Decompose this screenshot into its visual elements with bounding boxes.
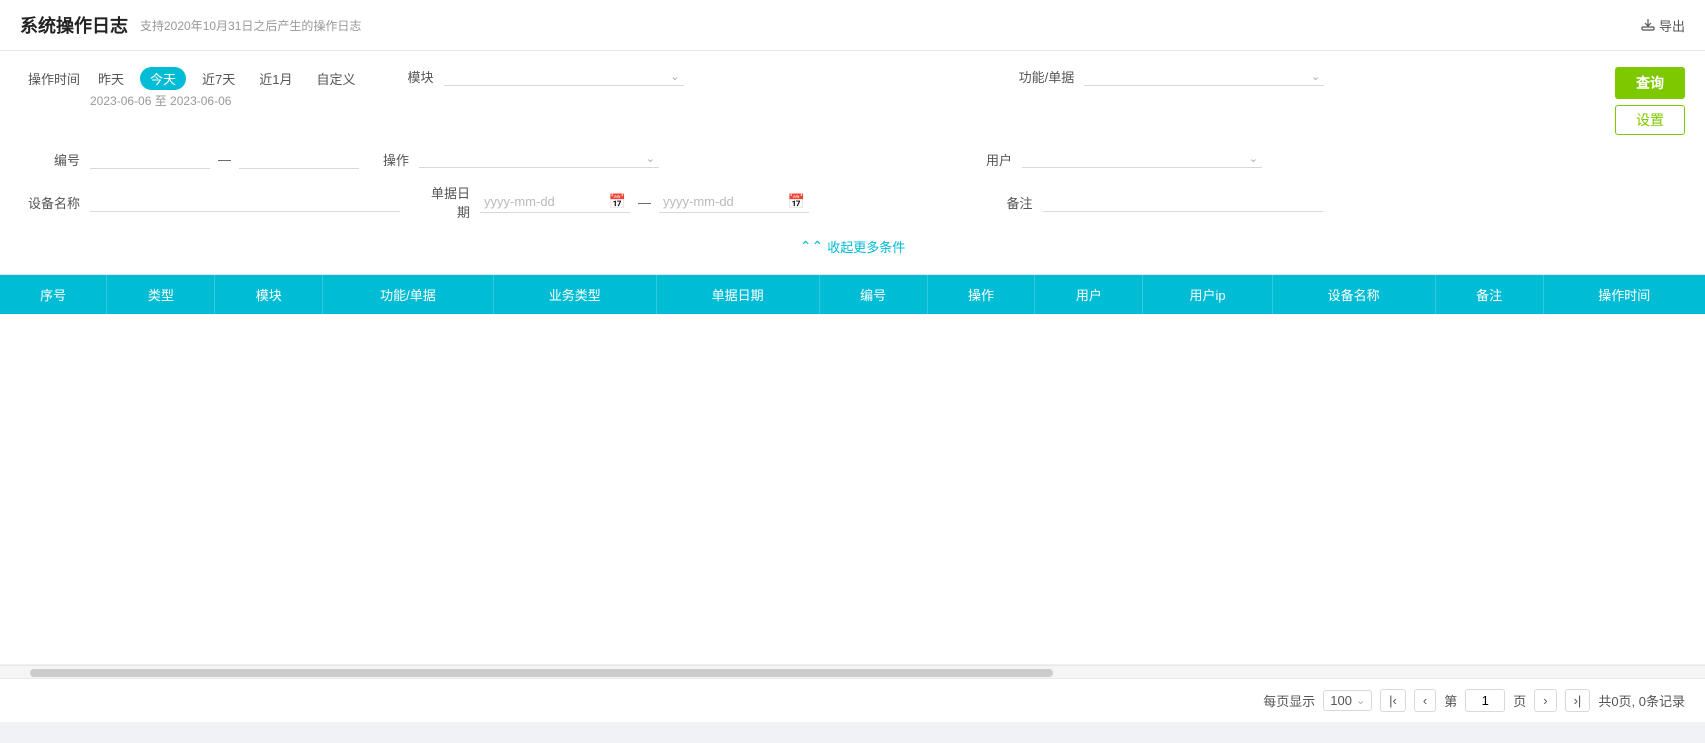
- module-select[interactable]: ⌄: [444, 68, 684, 86]
- page-size-label: 每页显示: [1263, 691, 1315, 710]
- last-page-button[interactable]: ›|: [1565, 689, 1591, 712]
- date-range-display: 2023-06-06 至 2023-06-06: [90, 94, 231, 108]
- date-dash: —: [638, 195, 651, 210]
- page-size-select[interactable]: 100 ⌄: [1323, 690, 1372, 711]
- table-header: 序号类型模块功能/单据业务类型单据日期编号操作用户用户ip设备名称备注操作时间: [0, 275, 1705, 314]
- date-to-placeholder: yyyy-mm-dd: [663, 194, 788, 209]
- time-btn-today[interactable]: 今天: [140, 67, 186, 90]
- function-label: 功能/单据: [1014, 67, 1084, 86]
- table-header-cell: 序号: [0, 275, 107, 314]
- device-label: 设备名称: [20, 193, 90, 212]
- function-select[interactable]: ⌄: [1084, 68, 1324, 86]
- table-header-cell: 操作: [927, 275, 1035, 314]
- data-table: 序号类型模块功能/单据业务类型单据日期编号操作用户用户ip设备名称备注操作时间: [0, 275, 1705, 665]
- collapse-label: 收起更多条件: [827, 237, 905, 256]
- calendar-from-icon: 📅: [609, 193, 626, 210]
- operation-select[interactable]: ⌄: [419, 150, 659, 168]
- time-btn-custom[interactable]: 自定义: [309, 67, 364, 90]
- table-header-cell: 设备名称: [1272, 275, 1435, 314]
- page-size-value: 100: [1330, 693, 1352, 708]
- empty-cell: [0, 314, 1705, 664]
- page-label: 第: [1444, 691, 1457, 710]
- table-header-cell: 用户ip: [1143, 275, 1272, 314]
- user-chevron-icon: ⌄: [1249, 152, 1258, 165]
- user-filter-label: 用户: [982, 150, 1022, 169]
- module-chevron-icon: ⌄: [670, 70, 679, 83]
- page-title: 系统操作日志: [20, 12, 128, 38]
- date-from-placeholder: yyyy-mm-dd: [484, 194, 609, 209]
- time-btn-1month[interactable]: 近1月: [251, 67, 300, 90]
- action-buttons: 查询 设置: [1615, 67, 1685, 135]
- table-header-cell: 业务类型: [493, 275, 656, 314]
- table-container: 序号类型模块功能/单据业务类型单据日期编号操作用户用户ip设备名称备注操作时间: [0, 275, 1705, 665]
- table-header-cell: 编号: [819, 275, 927, 314]
- remark-label: 备注: [1003, 193, 1043, 212]
- filter-area: 操作时间 昨天 今天 近7天 近1月 自定义 2023-06-06 至 2023…: [0, 51, 1705, 275]
- collapse-bar[interactable]: ⌃⌃ 收起更多条件: [20, 231, 1685, 266]
- operation-chevron-icon: ⌄: [646, 152, 655, 165]
- module-label: 模块: [404, 67, 444, 86]
- calendar-to-icon: 📅: [788, 193, 805, 210]
- function-chevron-icon: ⌄: [1311, 70, 1320, 83]
- first-page-button[interactable]: |‹: [1380, 689, 1406, 712]
- scrollbar-thumb[interactable]: [30, 669, 1053, 677]
- table-body: [0, 314, 1705, 664]
- device-input[interactable]: [90, 192, 400, 212]
- operation-filter-label: 操作: [379, 150, 419, 169]
- time-btn-yesterday[interactable]: 昨天: [90, 67, 132, 90]
- page-size-chevron: ⌄: [1356, 694, 1365, 707]
- next-page-button[interactable]: ›: [1534, 689, 1556, 712]
- date-from-input[interactable]: yyyy-mm-dd 📅: [480, 191, 630, 213]
- collapse-chevron-up: ⌃⌃: [800, 238, 823, 255]
- query-button[interactable]: 查询: [1615, 67, 1685, 99]
- pagination-bar: 每页显示 100 ⌄ |‹ ‹ 第 页 › ›| 共0页, 0条记录: [0, 679, 1705, 722]
- time-filter-group: 昨天 今天 近7天 近1月 自定义: [90, 67, 364, 90]
- date-to-input[interactable]: yyyy-mm-dd 📅: [659, 191, 809, 213]
- page-number-input[interactable]: [1465, 689, 1505, 712]
- user-select[interactable]: ⌄: [1022, 150, 1262, 168]
- voucher-date-label: 单据日期: [420, 183, 480, 221]
- total-info: 共0页, 0条记录: [1598, 691, 1685, 710]
- prev-page-button[interactable]: ‹: [1414, 689, 1436, 712]
- remark-input[interactable]: [1043, 192, 1323, 212]
- settings-button[interactable]: 设置: [1615, 105, 1685, 135]
- operation-time-label: 操作时间: [20, 69, 90, 88]
- table-header-cell: 操作时间: [1543, 275, 1705, 314]
- number-input-to[interactable]: [239, 149, 359, 169]
- scrollbar-area[interactable]: [0, 665, 1705, 679]
- number-label: 编号: [20, 150, 90, 169]
- page-header: 系统操作日志 支持2020年10月31日之后产生的操作日志 导出: [0, 0, 1705, 51]
- table-header-cell: 功能/单据: [323, 275, 494, 314]
- table-header-cell: 模块: [215, 275, 323, 314]
- page-unit: 页: [1513, 691, 1526, 710]
- table-header-cell: 类型: [107, 275, 215, 314]
- page-subtitle: 支持2020年10月31日之后产生的操作日志: [140, 17, 361, 34]
- table-header-cell: 备注: [1435, 275, 1543, 314]
- number-dash: —: [218, 152, 231, 167]
- number-input-from[interactable]: [90, 149, 210, 169]
- table-header-cell: 用户: [1035, 275, 1143, 314]
- export-icon: [1641, 18, 1655, 32]
- export-button[interactable]: 导出: [1641, 16, 1685, 35]
- table-header-cell: 单据日期: [656, 275, 819, 314]
- time-btn-7days[interactable]: 近7天: [194, 67, 243, 90]
